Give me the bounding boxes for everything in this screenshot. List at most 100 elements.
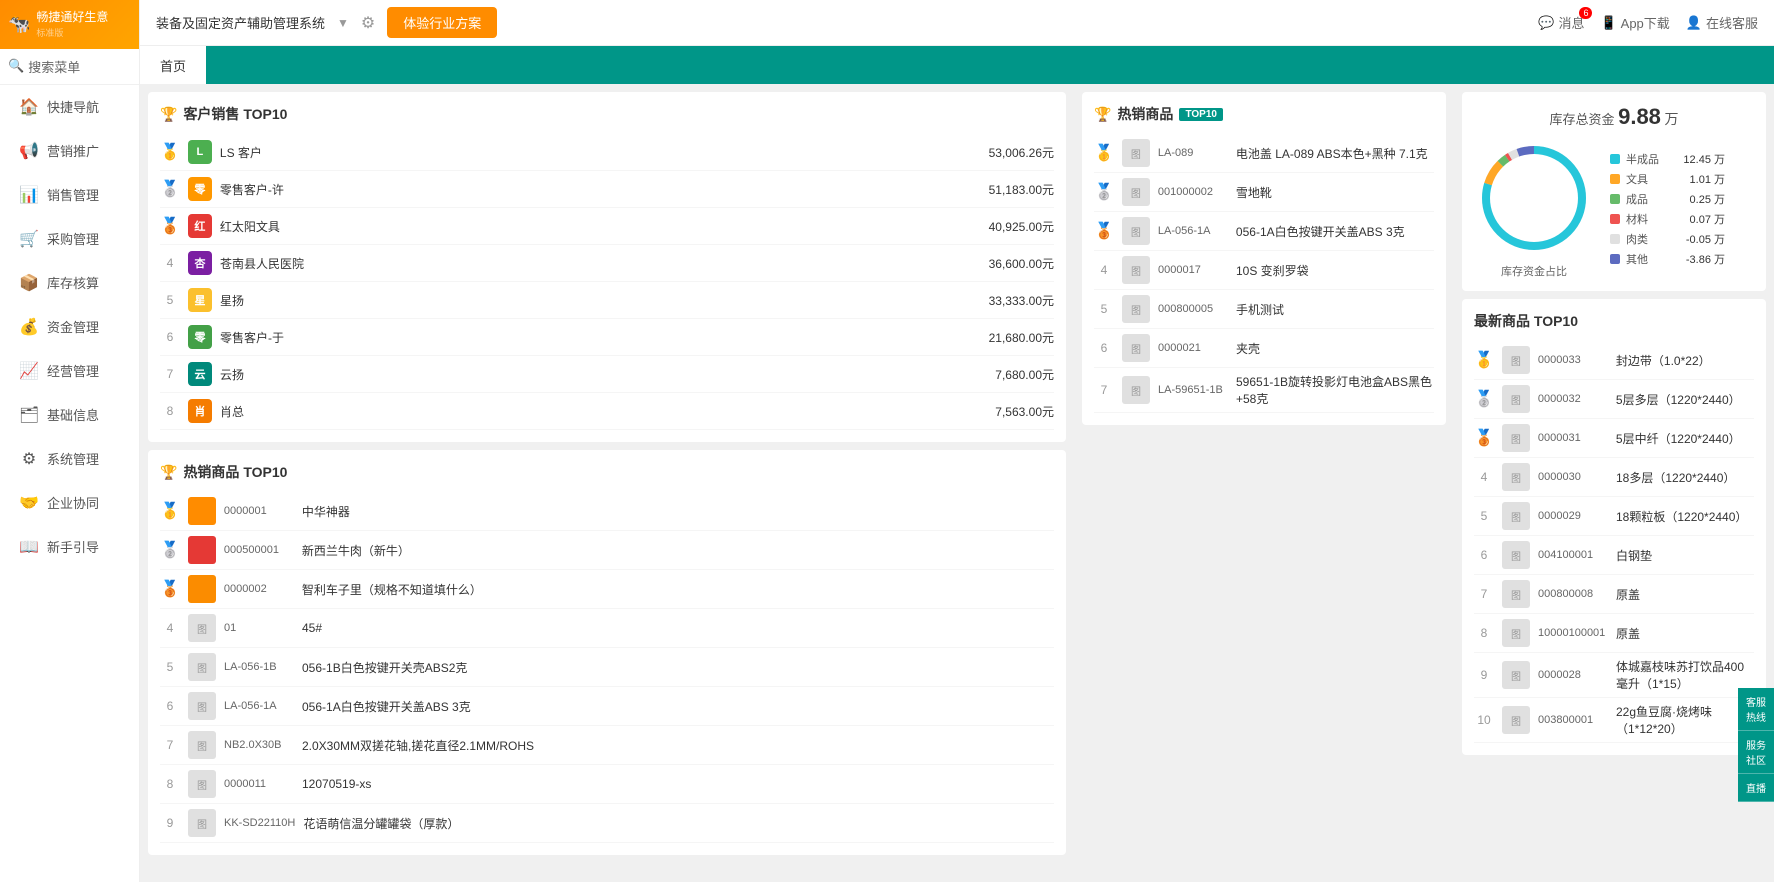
sidebar-item-7[interactable]: 🗂 基础信息 (0, 393, 139, 437)
product-img: 图 (1122, 217, 1150, 245)
hot-product-item: 7 图 NB2.0X30B 2.0X30MM双搓花轴,搓花直径2.1MM/ROH… (160, 726, 1054, 765)
donut-chart (1474, 138, 1594, 258)
newest-product-item: 10 图 003800001 22g鱼豆腐·烧烤味（1*12*20） (1474, 698, 1754, 743)
legend-name: 成品 (1626, 191, 1648, 207)
rank-number: 6 (1094, 341, 1114, 355)
logo-badge: 标准版 (36, 26, 108, 39)
home-icon: 🏠 (19, 97, 39, 117)
sidebar-item-2[interactable]: 📊 销售管理 (0, 173, 139, 217)
legend-value: 1.01 万 (1665, 171, 1725, 187)
product-name: 2.0X30MM双搓花轴,搓花直径2.1MM/ROHS (302, 737, 1054, 754)
sidebar-item-label-2: 销售管理 (47, 185, 99, 204)
sidebar-search[interactable]: 🔍 搜索菜单 (0, 49, 139, 85)
legend-name: 材料 (1626, 211, 1648, 227)
sidebar-item-6[interactable]: 📈 经营管理 (0, 349, 139, 393)
newest-product-item: 8 图 10000100001 原盖 (1474, 614, 1754, 653)
hot-product-item: 9 图 KK-SD22110H 花语萌信温分罐罐袋（厚款） (160, 804, 1054, 843)
product-code: 0000001 (224, 505, 294, 517)
logo-text: 畅捷通好生意 (36, 10, 108, 26)
topbar: 装备及固定资产辅助管理系统 ▼ ⚙ 体验行业方案 💬 消息 6 📱 App下载 … (140, 0, 1774, 46)
sidebar-item-label-10: 新手引导 (47, 537, 99, 556)
rank-name: 红太阳文具 (220, 218, 981, 235)
product-code: 001000002 (1158, 186, 1228, 198)
product-name: 电池盖 LA-089 ABS本色+黑种 7.1克 (1236, 145, 1434, 162)
legend-value: 12.45 万 (1665, 151, 1725, 167)
rank-name: 云扬 (220, 366, 987, 383)
content: 🏆 客户销售 TOP10 🥇 L LS 客户 53,006.26元 🥈 零 零售… (140, 84, 1774, 882)
float-btn-live[interactable]: 直播 (1738, 774, 1774, 802)
product-code: 000800005 (1158, 303, 1228, 315)
product-name: 18颗粒板（1220*2440） (1616, 508, 1754, 525)
sidebar-nav: 🏠 快捷导航 📢 营销推广 📊 销售管理 🛒 采购管理 📦 库存核算 💰 资金管… (0, 85, 139, 882)
hot-product-item: 5 图 LA-056-1B 056-1B白色按键开关壳ABS2克 (160, 648, 1054, 687)
rank-name: 苍南县人民医院 (220, 255, 981, 272)
topbar-gear-icon[interactable]: ⚙ (361, 13, 375, 33)
product-code: 0000017 (1158, 264, 1228, 276)
rank-number: 5 (1094, 302, 1114, 316)
hot-product-top-item: 6 图 0000021 夹壳 (1094, 329, 1434, 368)
product-code: LA-59651-1B (1158, 384, 1228, 396)
product-name: 5层中纤（1220*2440） (1616, 430, 1754, 447)
legend-item: 文具 1.01 万 (1610, 171, 1725, 187)
hot-product-item: 🥉 0000002 智利车子里（规格不知道填什么） (160, 570, 1054, 609)
hot-product-item: 8 图 0000011 12070519-xs (160, 765, 1054, 804)
hot-products-top-list: 🥇 图 LA-089 电池盖 LA-089 ABS本色+黑种 7.1克 🥈 图 … (1094, 134, 1434, 413)
rank-name: LS 客户 (220, 144, 981, 161)
sidebar-item-9[interactable]: 🤝 企业协同 (0, 481, 139, 525)
legend-value: -0.05 万 (1665, 231, 1725, 247)
rank-number: 4 (160, 621, 180, 635)
rank-number: 5 (1474, 509, 1494, 523)
sidebar-item-4[interactable]: 📦 库存核算 (0, 261, 139, 305)
sidebar: 🐄 畅捷通好生意 标准版 🔍 搜索菜单 🏠 快捷导航 📢 营销推广 📊 销售管理… (0, 0, 140, 882)
customer-rank-item: 8 肖 肖总 7,563.00元 (160, 393, 1054, 430)
rank-amount: 36,600.00元 (989, 255, 1054, 272)
tab-home[interactable]: 首页 (140, 46, 206, 84)
sidebar-item-1[interactable]: 📢 营销推广 (0, 129, 139, 173)
bronze-trophy-icon: 🥉 (160, 216, 180, 236)
msg-btn[interactable]: 💬 消息 6 (1538, 13, 1584, 32)
customer-rank-card: 🏆 客户销售 TOP10 🥇 L LS 客户 53,006.26元 🥈 零 零售… (148, 92, 1066, 442)
rank-name: 零售客户-于 (220, 329, 981, 346)
product-img: 图 (1122, 256, 1150, 284)
rank-amount: 21,680.00元 (989, 329, 1054, 346)
product-name: 智利车子里（规格不知道填什么） (302, 581, 1054, 598)
newest-product-item: 4 图 0000030 18多层（1220*2440） (1474, 458, 1754, 497)
sidebar-item-0[interactable]: 🏠 快捷导航 (0, 85, 139, 129)
phone-icon: 📱 (1600, 15, 1616, 31)
product-img: 图 (188, 770, 216, 798)
newest-product-item: 9 图 0000028 体城嘉枝味苏打饮品400毫升（1*15） (1474, 653, 1754, 698)
sidebar-item-5[interactable]: 💰 资金管理 (0, 305, 139, 349)
msg-icon: 💬 (1538, 15, 1554, 31)
legend-item: 其他 -3.86 万 (1610, 251, 1725, 267)
silver-icon: 🥈 (1094, 182, 1114, 202)
legend-name: 半成品 (1626, 151, 1659, 167)
product-name: 5层多层（1220*2440） (1616, 391, 1754, 408)
float-btn-service[interactable]: 客服热线 (1738, 688, 1774, 731)
hot-icon: 🏆 (160, 464, 177, 481)
ops-icon: 📈 (19, 361, 39, 381)
search-icon: 🔍 (8, 58, 24, 74)
sidebar-item-3[interactable]: 🛒 采购管理 (0, 217, 139, 261)
product-img: 图 (1502, 502, 1530, 530)
rank-number: 7 (160, 738, 180, 752)
legend-item: 成品 0.25 万 (1610, 191, 1725, 207)
mid-panel: 🏆 热销商品 TOP10 🥇 图 LA-089 电池盖 LA-089 ABS本色… (1074, 84, 1454, 882)
msg-badge: 6 (1579, 7, 1592, 19)
service-btn[interactable]: 👤 在线客服 (1686, 13, 1758, 32)
customer-rank-item: 🥇 L LS 客户 53,006.26元 (160, 134, 1054, 171)
legend-item: 半成品 12.45 万 (1610, 151, 1725, 167)
sidebar-item-10[interactable]: 📖 新手引导 (0, 525, 139, 569)
trial-btn[interactable]: 体验行业方案 (387, 7, 497, 38)
silver-trophy-icon: 🥈 (160, 179, 180, 199)
product-name: 056-1B白色按键开关壳ABS2克 (302, 659, 1054, 676)
sidebar-item-8[interactable]: ⚙ 系统管理 (0, 437, 139, 481)
product-code: LA-056-1A (224, 700, 294, 712)
app-download-btn[interactable]: 📱 App下载 (1600, 13, 1669, 32)
product-name: 白钢垫 (1616, 547, 1754, 564)
inventory-value: 9.88 (1618, 104, 1661, 129)
product-code: LA-089 (1158, 147, 1228, 159)
float-btn-community[interactable]: 服务社区 (1738, 731, 1774, 774)
sidebar-item-label-6: 经营管理 (47, 361, 99, 380)
product-img: 图 (1502, 541, 1530, 569)
inventory-total: 库存总资金 9.88 万 (1474, 104, 1754, 130)
